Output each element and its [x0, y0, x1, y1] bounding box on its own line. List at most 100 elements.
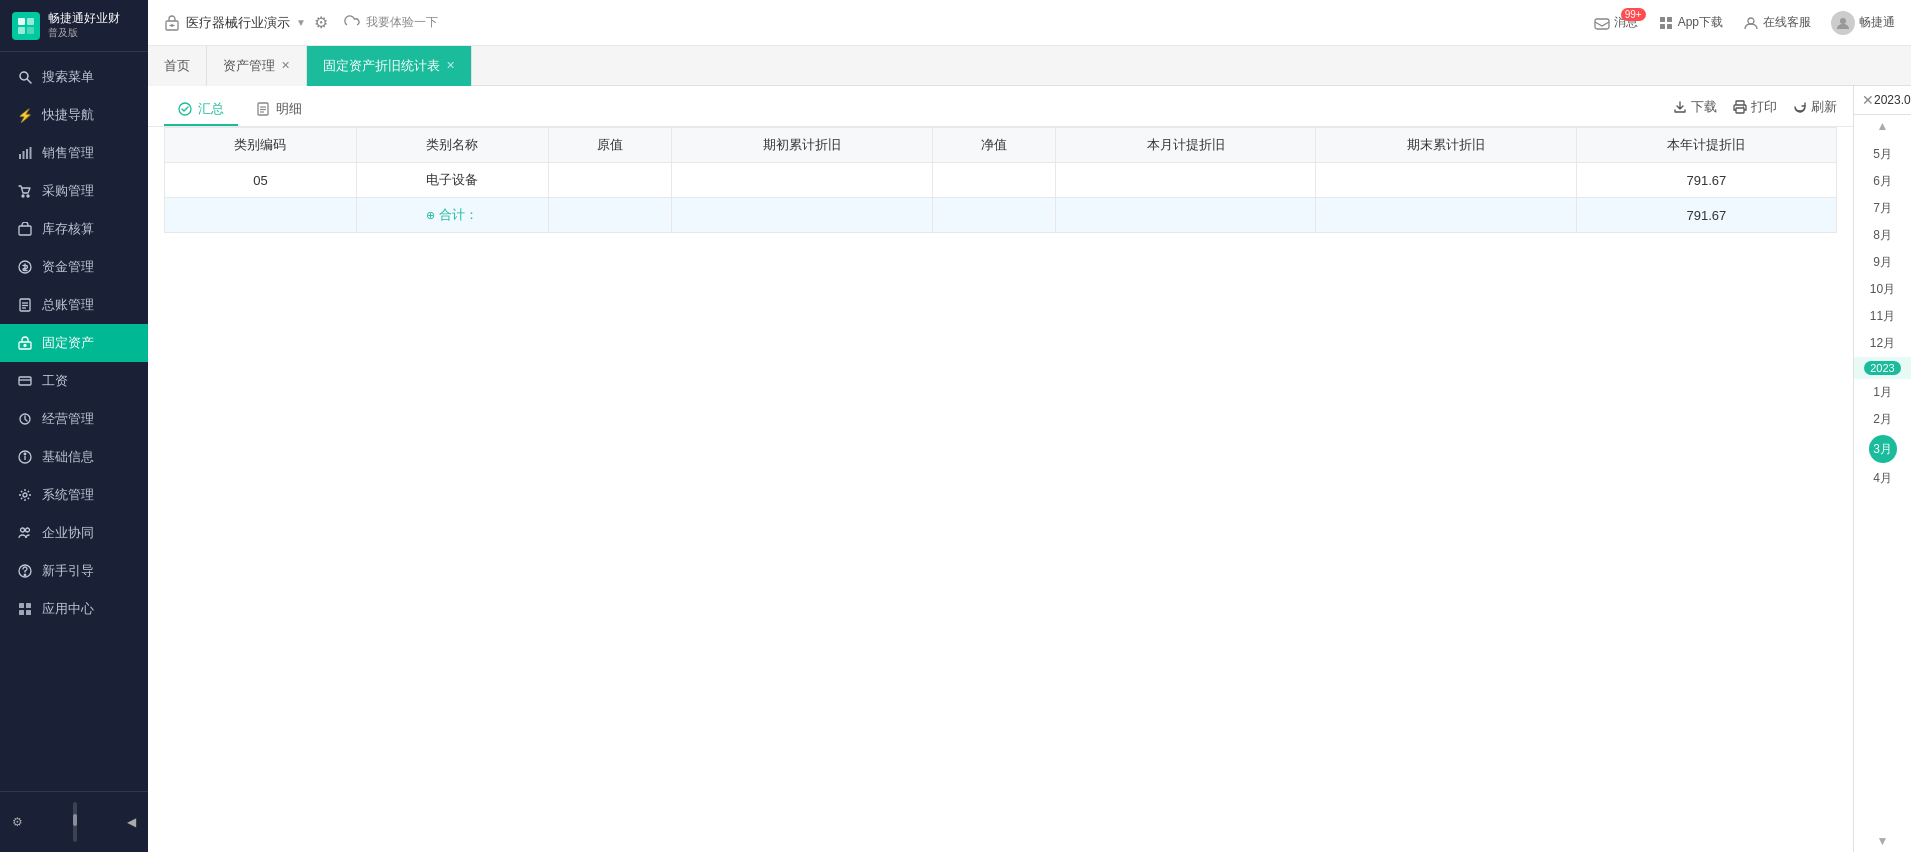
svg-rect-8 [26, 149, 28, 159]
col-net: 净值 [932, 128, 1056, 163]
row-name: 电子设备 [356, 163, 548, 198]
sidebar-item-ledger[interactable]: 总账管理 [0, 286, 148, 324]
fixed-assets-icon [16, 334, 34, 352]
sidebar-item-payroll[interactable]: 工资 [0, 362, 148, 400]
month-10[interactable]: 10月 [1854, 276, 1911, 303]
month-7[interactable]: 7月 [1854, 195, 1911, 222]
notification-btn[interactable]: 消息 99+ [1594, 14, 1638, 31]
scroll-down-btn[interactable]: ▼ [1854, 830, 1911, 852]
purchase-icon [16, 182, 34, 200]
online-service-icon [1743, 15, 1759, 31]
tab-asset-mgmt-close[interactable]: ✕ [281, 59, 290, 72]
total-icon: ⊕ [426, 209, 435, 222]
sidebar-item-purchase[interactable]: 采购管理 [0, 172, 148, 210]
sidebar-footer: ⚙ ◀ [0, 791, 148, 852]
svg-rect-34 [26, 610, 31, 615]
svg-rect-39 [1660, 17, 1665, 22]
month-8[interactable]: 8月 [1854, 222, 1911, 249]
avatar [1831, 11, 1855, 35]
svg-rect-2 [18, 27, 25, 34]
content-area: 汇总 明细 [148, 86, 1911, 852]
month-5[interactable]: 5月 [1854, 141, 1911, 168]
row-end-dep [1316, 163, 1576, 198]
online-service-btn[interactable]: 在线客服 [1743, 14, 1811, 31]
sidebar-item-operations[interactable]: 经营管理 [0, 400, 148, 438]
month-2[interactable]: 2月 [1854, 406, 1911, 433]
user-menu[interactable]: 畅捷通 [1831, 11, 1895, 35]
row-monthly-dep [1056, 163, 1316, 198]
month-1[interactable]: 1月 [1854, 379, 1911, 406]
refresh-btn[interactable]: 刷新 [1793, 98, 1837, 116]
sidebar-item-basic-info[interactable]: 基础信息 [0, 438, 148, 476]
month-6[interactable]: 6月 [1854, 168, 1911, 195]
sidebar-item-finance[interactable]: 资金管理 [0, 248, 148, 286]
svg-point-45 [179, 103, 191, 115]
tab-asset-mgmt[interactable]: 资产管理 ✕ [207, 46, 307, 86]
print-btn[interactable]: 打印 [1733, 98, 1777, 116]
row-initial-dep [672, 163, 932, 198]
tabbar: 首页 资产管理 ✕ 固定资产折旧统计表 ✕ [148, 46, 1911, 86]
sidebar-item-search[interactable]: 搜索菜单 [0, 58, 148, 96]
company-selector[interactable]: 医疗器械行业演示 ▼ [164, 14, 306, 32]
company-name: 医疗器械行业演示 [186, 14, 290, 32]
col-name: 类别名称 [356, 128, 548, 163]
sidebar-collapse-btn[interactable]: ◀ [127, 815, 136, 829]
sidebar-item-inventory[interactable]: 库存核算 [0, 210, 148, 248]
month-4[interactable]: 4月 [1854, 465, 1911, 492]
cloud-icon [344, 15, 360, 31]
sidebar-settings-btn[interactable]: ⚙ [12, 815, 23, 829]
tab-depreciation-table-close[interactable]: ✕ [446, 59, 455, 72]
sidebar-item-quick-nav[interactable]: ⚡ 快捷导航 [0, 96, 148, 134]
sidebar-item-guide[interactable]: 新手引导 [0, 552, 148, 590]
sub-tabs: 汇总 明细 [148, 86, 1853, 127]
svg-rect-41 [1660, 24, 1665, 29]
topbar-settings-btn[interactable]: ⚙ [314, 13, 328, 32]
cooperation-icon [16, 524, 34, 542]
total-row: ⊕ 合计： 791.67 [165, 198, 1837, 233]
download-btn[interactable]: 下载 [1673, 98, 1717, 116]
topbar-right: 消息 99+ App下载 在线客服 [1594, 11, 1895, 35]
svg-point-28 [26, 528, 30, 532]
svg-point-30 [24, 574, 26, 576]
tab-home[interactable]: 首页 [148, 46, 207, 86]
operations-icon [16, 410, 34, 428]
scroll-up-btn[interactable]: ▲ [1854, 115, 1911, 137]
app-download-btn[interactable]: App下载 [1658, 14, 1723, 31]
year-2023[interactable]: 2023 [1854, 357, 1911, 379]
col-annual-dep: 本年计提折旧 [1576, 128, 1836, 163]
logo-area: 畅捷通好业财 普及版 [0, 0, 148, 52]
svg-rect-38 [1595, 19, 1609, 29]
sidebar-item-fixed-assets[interactable]: 固定资产 [0, 324, 148, 362]
col-monthly-dep: 本月计提折旧 [1056, 128, 1316, 163]
month-12[interactable]: 12月 [1854, 330, 1911, 357]
page: 汇总 明细 [148, 86, 1853, 852]
right-panel-header: ✕ 2023.03 ⤢ [1854, 86, 1911, 115]
svg-rect-33 [19, 610, 24, 615]
month-3[interactable]: 3月 [1869, 435, 1897, 463]
month-11[interactable]: 11月 [1854, 303, 1911, 330]
svg-rect-12 [19, 226, 31, 235]
right-panel-close-btn[interactable]: ✕ [1862, 92, 1874, 108]
sidebar-item-app-center[interactable]: 应用中心 [0, 590, 148, 628]
notification-badge: 99+ [1621, 8, 1646, 21]
svg-rect-31 [19, 603, 24, 608]
sidebar-menu: 搜索菜单 ⚡ 快捷导航 销售管理 [0, 52, 148, 791]
system-icon [16, 486, 34, 504]
svg-rect-3 [27, 27, 34, 34]
search-icon [16, 68, 34, 86]
sub-tab-detail[interactable]: 明细 [242, 94, 316, 126]
summary-icon [178, 102, 192, 116]
svg-rect-32 [26, 603, 31, 608]
trial-btn[interactable]: 我要体验一下 [344, 14, 438, 31]
sidebar-item-sales[interactable]: 销售管理 [0, 134, 148, 172]
sidebar-item-cooperation[interactable]: 企业协同 [0, 514, 148, 552]
company-icon [164, 15, 180, 31]
tab-depreciation-table[interactable]: 固定资产折旧统计表 ✕ [307, 46, 472, 86]
svg-rect-0 [18, 18, 25, 25]
month-9[interactable]: 9月 [1854, 249, 1911, 276]
col-code: 类别编码 [165, 128, 357, 163]
logo-icon [12, 12, 40, 40]
sidebar: 畅捷通好业财 普及版 搜索菜单 ⚡ 快捷导航 [0, 0, 148, 852]
sidebar-item-system[interactable]: 系统管理 [0, 476, 148, 514]
sub-tab-summary[interactable]: 汇总 [164, 94, 238, 126]
